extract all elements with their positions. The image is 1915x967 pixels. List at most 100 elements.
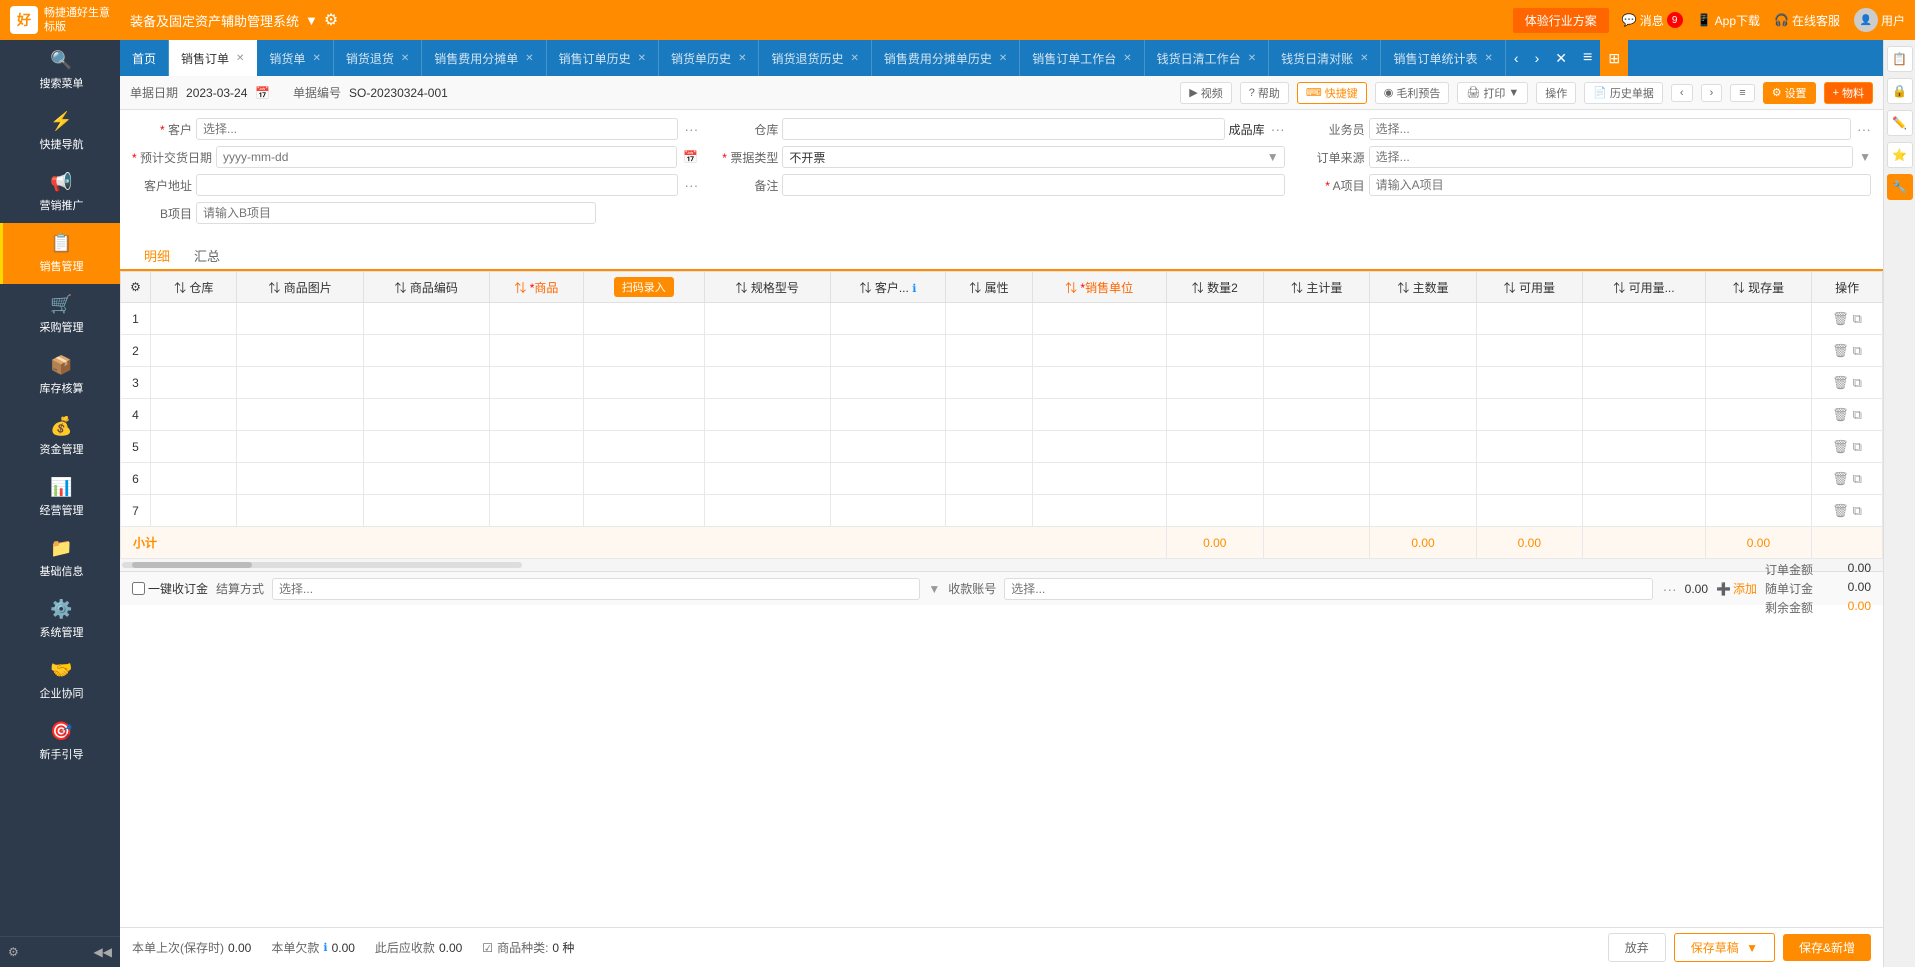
row-1-qty2[interactable] xyxy=(1166,303,1264,335)
order-source-input[interactable] xyxy=(1369,146,1853,168)
system-title-dropdown[interactable]: ▼ xyxy=(305,13,318,28)
settle-method-input[interactable] xyxy=(272,578,920,600)
salesperson-expand-btn[interactable]: ··· xyxy=(1857,121,1871,137)
calendar-icon[interactable]: 📅 xyxy=(255,86,270,100)
row-1-main-qty[interactable] xyxy=(1370,303,1476,335)
tab-close-sales-expense-history[interactable]: ✕ xyxy=(999,53,1007,64)
row-1-attribute[interactable] xyxy=(946,303,1032,335)
row-2-attribute[interactable] xyxy=(946,335,1032,367)
row-3-delete-icon[interactable]: 🗑 xyxy=(1832,375,1849,391)
row-1-sales-unit[interactable] xyxy=(1032,303,1166,335)
history-btn[interactable]: 📄 历史单据 xyxy=(1584,82,1663,104)
date-picker-icon[interactable]: 📅 xyxy=(683,150,698,164)
help-btn[interactable]: ? 帮助 xyxy=(1240,82,1289,104)
sidebar-gear-btn[interactable]: ⚙ xyxy=(8,945,19,959)
tab-close-cash-daily-workbench[interactable]: ✕ xyxy=(1248,53,1256,64)
tab-sales-order-history[interactable]: 销售订单历史 ✕ xyxy=(547,40,659,76)
row-2-copy-icon[interactable]: ⧉ xyxy=(1853,343,1862,359)
warehouse-expand-btn[interactable]: ··· xyxy=(1271,121,1285,137)
settings-btn[interactable]: ⚙ 设置 xyxy=(1763,82,1816,104)
row-6-copy-icon[interactable]: ⧉ xyxy=(1853,471,1862,487)
remark-input[interactable] xyxy=(782,174,1284,196)
save-draft-btn[interactable]: 保存草稿 ▼ xyxy=(1674,933,1775,962)
message-btn[interactable]: 💬 消息 9 xyxy=(1622,12,1683,29)
tab-close-sales-invoice-history[interactable]: ✕ xyxy=(738,53,746,64)
row-1-warehouse[interactable] xyxy=(151,303,237,335)
invoice-type-input[interactable] xyxy=(782,146,1284,168)
shortcut-btn[interactable]: ⌨ 快捷键 xyxy=(1297,82,1367,104)
sidebar-item-search[interactable]: 🔍 搜索菜单 xyxy=(0,40,120,101)
tab-list-btn[interactable]: ≡ xyxy=(1575,40,1600,76)
sidebar-item-purchase[interactable]: 🛒 采购管理 xyxy=(0,284,120,345)
customer-input[interactable] xyxy=(196,118,678,140)
right-panel-btn-1[interactable]: 📋 xyxy=(1887,46,1913,72)
sidebar-item-inventory[interactable]: 📦 库存核算 xyxy=(0,345,120,406)
tab-sales-order[interactable]: 销售订单 ✕ xyxy=(169,40,257,76)
tab-close-sales-summary[interactable]: ✕ xyxy=(1485,53,1493,64)
row-2-sales-unit[interactable] xyxy=(1032,335,1166,367)
tab-close-cash-daily-account[interactable]: ✕ xyxy=(1360,53,1368,64)
settings-gear-icon[interactable]: ⚙ xyxy=(324,10,338,30)
tab-sales-invoice[interactable]: 销货单 ✕ xyxy=(257,40,333,76)
scroll-track[interactable] xyxy=(122,562,522,568)
tab-sales-order-workbench[interactable]: 销售订单工作台 ✕ xyxy=(1020,40,1144,76)
right-panel-btn-2[interactable]: 🔒 xyxy=(1887,78,1913,104)
add-material-btn[interactable]: + 物料 xyxy=(1824,82,1873,104)
tab-sales-summary[interactable]: 销售订单统计表 ✕ xyxy=(1381,40,1505,76)
right-panel-btn-5[interactable]: 🔧 xyxy=(1887,174,1913,200)
tab-home[interactable]: 首页 xyxy=(120,40,169,76)
sidebar-collapse-btn[interactable]: ◀◀ xyxy=(94,945,112,959)
auto-collect-checkbox[interactable]: 一键收订金 xyxy=(132,580,208,597)
row-4-copy-icon[interactable]: ⧉ xyxy=(1853,407,1862,423)
next-record-btn[interactable]: › xyxy=(1701,84,1723,102)
row-2-qty2[interactable] xyxy=(1166,335,1264,367)
tab-cash-daily-account[interactable]: 钱货日清对账 ✕ xyxy=(1269,40,1381,76)
prev-record-btn[interactable]: ‹ xyxy=(1671,84,1693,102)
tab-close-sales-order-history[interactable]: ✕ xyxy=(638,53,646,64)
tab-sales-expense[interactable]: 销售费用分摊单 ✕ xyxy=(422,40,546,76)
tab-sales-invoice-history[interactable]: 销货单历史 ✕ xyxy=(659,40,759,76)
row-3-copy-icon[interactable]: ⧉ xyxy=(1853,375,1862,391)
row-4-delete-icon[interactable]: 🗑 xyxy=(1832,407,1849,423)
user-btn[interactable]: 👤 用户 xyxy=(1854,8,1905,32)
sidebar-item-enterprise[interactable]: 🤝 企业协同 xyxy=(0,650,120,711)
row-7-delete-icon[interactable]: 🗑 xyxy=(1832,503,1849,519)
online-support-btn[interactable]: 🎧 在线客服 xyxy=(1774,12,1840,29)
row-1-copy-icon[interactable]: ⧉ xyxy=(1853,311,1862,327)
customer-code-info-icon[interactable]: ℹ xyxy=(912,283,916,295)
sidebar-item-quick[interactable]: ⚡ 快捷导航 xyxy=(0,101,120,162)
row-2-product[interactable] xyxy=(489,335,583,367)
inner-tab-detail[interactable]: 明细 xyxy=(132,242,182,271)
print-btn[interactable]: 🖨 打印 ▼ xyxy=(1457,82,1528,104)
row-1-customer-code[interactable] xyxy=(830,303,945,335)
current-info-icon[interactable]: ℹ xyxy=(323,941,327,954)
address-expand-btn[interactable]: ··· xyxy=(684,177,698,193)
list-view-btn[interactable]: ≡ xyxy=(1730,84,1754,102)
delivery-date-input[interactable] xyxy=(216,146,677,168)
account-expand-btn[interactable]: ··· xyxy=(1663,581,1677,597)
tab-sales-return-history[interactable]: 销货退货历史 ✕ xyxy=(759,40,871,76)
sidebar-item-guide[interactable]: 🎯 新手引导 xyxy=(0,711,120,772)
row-2-delete-icon[interactable]: 🗑 xyxy=(1832,343,1849,359)
tab-cash-daily-workbench[interactable]: 钱货日清工作台 ✕ xyxy=(1145,40,1269,76)
salesperson-input[interactable] xyxy=(1369,118,1851,140)
tab-close-sales-order[interactable]: ✕ xyxy=(236,53,244,64)
row-1-product[interactable] xyxy=(489,303,583,335)
discard-btn[interactable]: 放弃 xyxy=(1608,933,1666,962)
operate-btn[interactable]: 操作 xyxy=(1536,82,1576,104)
th-gear[interactable]: ⚙ xyxy=(121,272,151,303)
row-5-copy-icon[interactable]: ⧉ xyxy=(1853,439,1862,455)
customer-expand-btn[interactable]: ··· xyxy=(684,121,698,137)
right-panel-btn-3[interactable]: ✏️ xyxy=(1887,110,1913,136)
profit-btn[interactable]: ◉ 毛利预告 xyxy=(1375,82,1450,104)
solution-btn[interactable]: 体验行业方案 xyxy=(1512,7,1610,34)
account-input[interactable] xyxy=(1004,578,1652,600)
row-5-delete-icon[interactable]: 🗑 xyxy=(1832,439,1849,455)
video-btn[interactable]: ▶ 视频 xyxy=(1180,82,1231,104)
tab-nav-close-all[interactable]: ✕ xyxy=(1547,40,1575,76)
scan-btn[interactable]: 扫码录入 xyxy=(614,277,674,297)
row-1-code[interactable] xyxy=(363,303,489,335)
a-project-input[interactable] xyxy=(1369,174,1871,196)
tab-sales-return[interactable]: 销货退货 ✕ xyxy=(334,40,422,76)
address-input[interactable] xyxy=(196,174,678,196)
